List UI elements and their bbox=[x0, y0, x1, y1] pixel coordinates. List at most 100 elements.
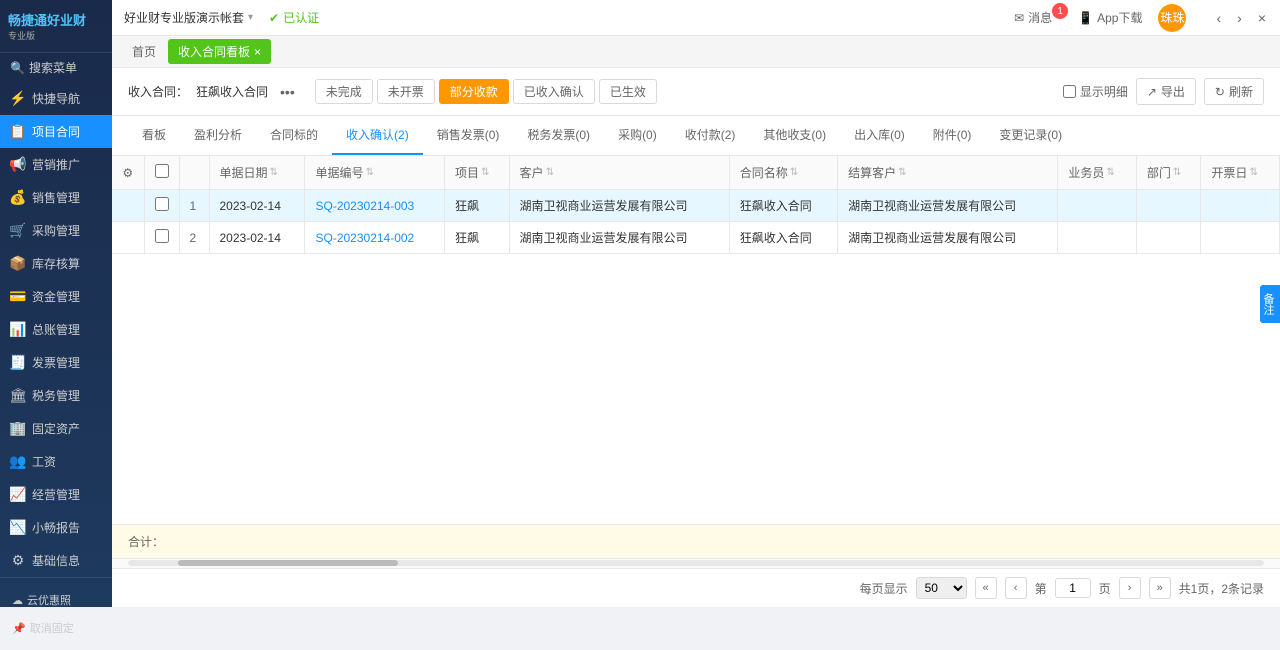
sidebar-bottom-help[interactable]: ☁ 云优惠照 bbox=[8, 586, 104, 614]
sidebar-item-purchase[interactable]: 🛒 采购管理 bbox=[0, 214, 112, 247]
col-number-label: 单据编号 bbox=[315, 164, 363, 181]
sidebar-item-hr[interactable]: 👥 工资 bbox=[0, 445, 112, 478]
pagination: 每页显示 50 100 « ‹ 第 页 › » 共1页，2条记录 bbox=[112, 568, 1280, 607]
sidebar-item-report[interactable]: 📉 小畅报告 bbox=[0, 511, 112, 544]
sidebar-item-label: 总账管理 bbox=[32, 321, 80, 338]
table-row[interactable]: 2 2023-02-14 SQ-20230214-002 狂飙 湖南卫视商业运营… bbox=[112, 222, 1280, 254]
row-checkbox[interactable] bbox=[155, 229, 169, 243]
sidebar-item-invoice[interactable]: 🧾 发票管理 bbox=[0, 346, 112, 379]
app-download-btn[interactable]: 📱 App下载 bbox=[1078, 9, 1142, 26]
subtab-income-confirm[interactable]: 收入确认(2) bbox=[332, 116, 423, 155]
sidebar-item-sales[interactable]: 💰 销售管理 bbox=[0, 181, 112, 214]
page-number-input[interactable] bbox=[1055, 578, 1091, 598]
sidebar-item-ops[interactable]: 📈 经营管理 bbox=[0, 478, 112, 511]
row-checkbox[interactable] bbox=[155, 197, 169, 211]
page-total-text: 共1页，2条记录 bbox=[1179, 580, 1264, 597]
note-button[interactable]: 备注 bbox=[1260, 285, 1280, 323]
sidebar-item-accounting[interactable]: 📊 总账管理 bbox=[0, 313, 112, 346]
col-contract[interactable]: 合同名称 ⇅ bbox=[729, 156, 837, 190]
row-number-link[interactable]: SQ-20230214-003 bbox=[315, 199, 414, 213]
org-selector[interactable]: 好业财专业版演示帐套 ▾ bbox=[124, 9, 253, 26]
row-number-cell: 2 bbox=[179, 222, 209, 254]
message-btn[interactable]: ✉ 1 消息 bbox=[1004, 9, 1062, 26]
verified-text: 已认证 bbox=[283, 9, 319, 26]
sidebar-item-marketing[interactable]: 📢 营销推广 bbox=[0, 148, 112, 181]
sidebar-item-tax[interactable]: 🏛 税务管理 bbox=[0, 379, 112, 412]
subtab-profit[interactable]: 盈利分析 bbox=[180, 116, 256, 155]
sort-icon: ⇅ bbox=[481, 167, 489, 178]
export-btn[interactable]: ↗ 导出 bbox=[1136, 78, 1196, 105]
col-settings[interactable]: ⚙ bbox=[112, 156, 144, 190]
page-next-btn[interactable]: › bbox=[1119, 577, 1141, 599]
col-date[interactable]: 单据日期 ⇅ bbox=[209, 156, 305, 190]
refresh-icon: ↻ bbox=[1215, 85, 1225, 99]
col-customer[interactable]: 客户 ⇅ bbox=[509, 156, 729, 190]
sidebar-item-project-contract[interactable]: 📋 项目合同 bbox=[0, 115, 112, 148]
scrollbar-thumb[interactable] bbox=[178, 560, 398, 566]
subtab-other-income[interactable]: 其他收支(0) bbox=[749, 116, 840, 155]
nav-prev-btn[interactable]: ‹ bbox=[1214, 8, 1223, 28]
sidebar-item-capital[interactable]: 💳 资金管理 bbox=[0, 280, 112, 313]
sidebar-item-fixed-asset[interactable]: 🏢 固定资产 bbox=[0, 412, 112, 445]
more-options-btn[interactable]: ••• bbox=[276, 84, 299, 100]
subtab-purchase[interactable]: 采购(0) bbox=[604, 116, 671, 155]
show-detail-checkbox-label[interactable]: 显示明细 bbox=[1063, 83, 1128, 100]
col-department[interactable]: 部门 ⇅ bbox=[1136, 156, 1201, 190]
subtab-attachment[interactable]: 附件(0) bbox=[919, 116, 986, 155]
row-customer-cell: 湖南卫视商业运营发展有限公司 bbox=[509, 222, 729, 254]
col-department-label: 部门 bbox=[1147, 164, 1171, 181]
sort-icon: ⇅ bbox=[1173, 167, 1181, 178]
show-detail-checkbox[interactable] bbox=[1063, 85, 1076, 98]
row-project-cell: 狂飙 bbox=[445, 190, 510, 222]
per-page-select[interactable]: 50 100 bbox=[916, 577, 967, 599]
project-contract-icon: 📋 bbox=[10, 124, 26, 140]
topbar: 好业财专业版演示帐套 ▾ ✔ 已认证 ✉ 1 消息 📱 App下载 珠珠 bbox=[112, 0, 1280, 36]
tab-home[interactable]: 首页 bbox=[124, 39, 164, 64]
col-open-date[interactable]: 开票日 ⇅ bbox=[1201, 156, 1280, 190]
col-project[interactable]: 项目 ⇅ bbox=[445, 156, 510, 190]
subtab-sales-invoice[interactable]: 销售发票(0) bbox=[423, 116, 514, 155]
sidebar-item-inventory[interactable]: 📦 库存核算 bbox=[0, 247, 112, 280]
subtab-change-log[interactable]: 变更记录(0) bbox=[985, 116, 1076, 155]
nav-close-btn[interactable]: × bbox=[1256, 8, 1268, 28]
refresh-btn[interactable]: ↻ 刷新 bbox=[1204, 78, 1264, 105]
user-profile[interactable]: 珠珠 bbox=[1158, 4, 1186, 32]
status-confirmed[interactable]: 已收入确认 bbox=[513, 79, 595, 104]
select-all-checkbox[interactable] bbox=[155, 164, 169, 178]
row-number-link[interactable]: SQ-20230214-002 bbox=[315, 231, 414, 245]
subtab-payment[interactable]: 收付款(2) bbox=[671, 116, 750, 155]
nav-next-btn[interactable]: › bbox=[1235, 8, 1244, 28]
tab-close-btn[interactable]: × bbox=[254, 45, 261, 59]
status-not-complete[interactable]: 未完成 bbox=[315, 79, 373, 104]
tax-icon: 🏛 bbox=[10, 388, 26, 404]
tab-income-contract[interactable]: 收入合同看板 × bbox=[168, 39, 271, 64]
sort-icon: ⇅ bbox=[366, 167, 374, 178]
col-settle-customer[interactable]: 结算客户 ⇅ bbox=[838, 156, 1058, 190]
income-confirm-table: ⚙ 单据日期 ⇅ 单据编号 ⇅ bbox=[112, 156, 1280, 254]
status-effective[interactable]: 已生效 bbox=[599, 79, 657, 104]
sidebar-item-basic[interactable]: ⚙ 基础信息 bbox=[0, 544, 112, 577]
export-icon: ↗ bbox=[1147, 85, 1157, 99]
sidebar-item-label: 小畅报告 bbox=[32, 519, 80, 536]
sidebar-item-label: 库存核算 bbox=[32, 255, 80, 272]
subtab-kanban[interactable]: 看板 bbox=[128, 116, 180, 155]
status-not-invoiced[interactable]: 未开票 bbox=[377, 79, 435, 104]
subtab-contract-standard[interactable]: 合同标的 bbox=[256, 116, 332, 155]
col-salesperson[interactable]: 业务员 ⇅ bbox=[1058, 156, 1137, 190]
subtab-tax-invoice[interactable]: 税务发票(0) bbox=[513, 116, 604, 155]
table-row[interactable]: 1 2023-02-14 SQ-20230214-003 狂飙 湖南卫视商业运营… bbox=[112, 190, 1280, 222]
sidebar-unpin-btn[interactable]: 📌 取消固定 bbox=[8, 614, 104, 642]
sidebar-search[interactable]: 🔍 搜索菜单 bbox=[0, 53, 112, 82]
horizontal-scrollbar[interactable] bbox=[112, 558, 1280, 568]
status-partial-received[interactable]: 部分收款 bbox=[439, 79, 509, 104]
col-number[interactable]: 单据编号 ⇅ bbox=[305, 156, 445, 190]
subtab-warehouse[interactable]: 出入库(0) bbox=[840, 116, 919, 155]
page-last-btn[interactable]: » bbox=[1149, 577, 1171, 599]
page-first-btn[interactable]: « bbox=[975, 577, 997, 599]
page-prev-btn[interactable]: ‹ bbox=[1005, 577, 1027, 599]
sort-icon: ⇅ bbox=[898, 167, 906, 178]
org-name: 好业财专业版演示帐套 bbox=[124, 9, 244, 26]
download-icon: 📱 bbox=[1078, 11, 1093, 25]
sidebar-item-quick-nav[interactable]: ⚡ 快捷导航 bbox=[0, 82, 112, 115]
check-icon: ✔ bbox=[269, 11, 279, 25]
